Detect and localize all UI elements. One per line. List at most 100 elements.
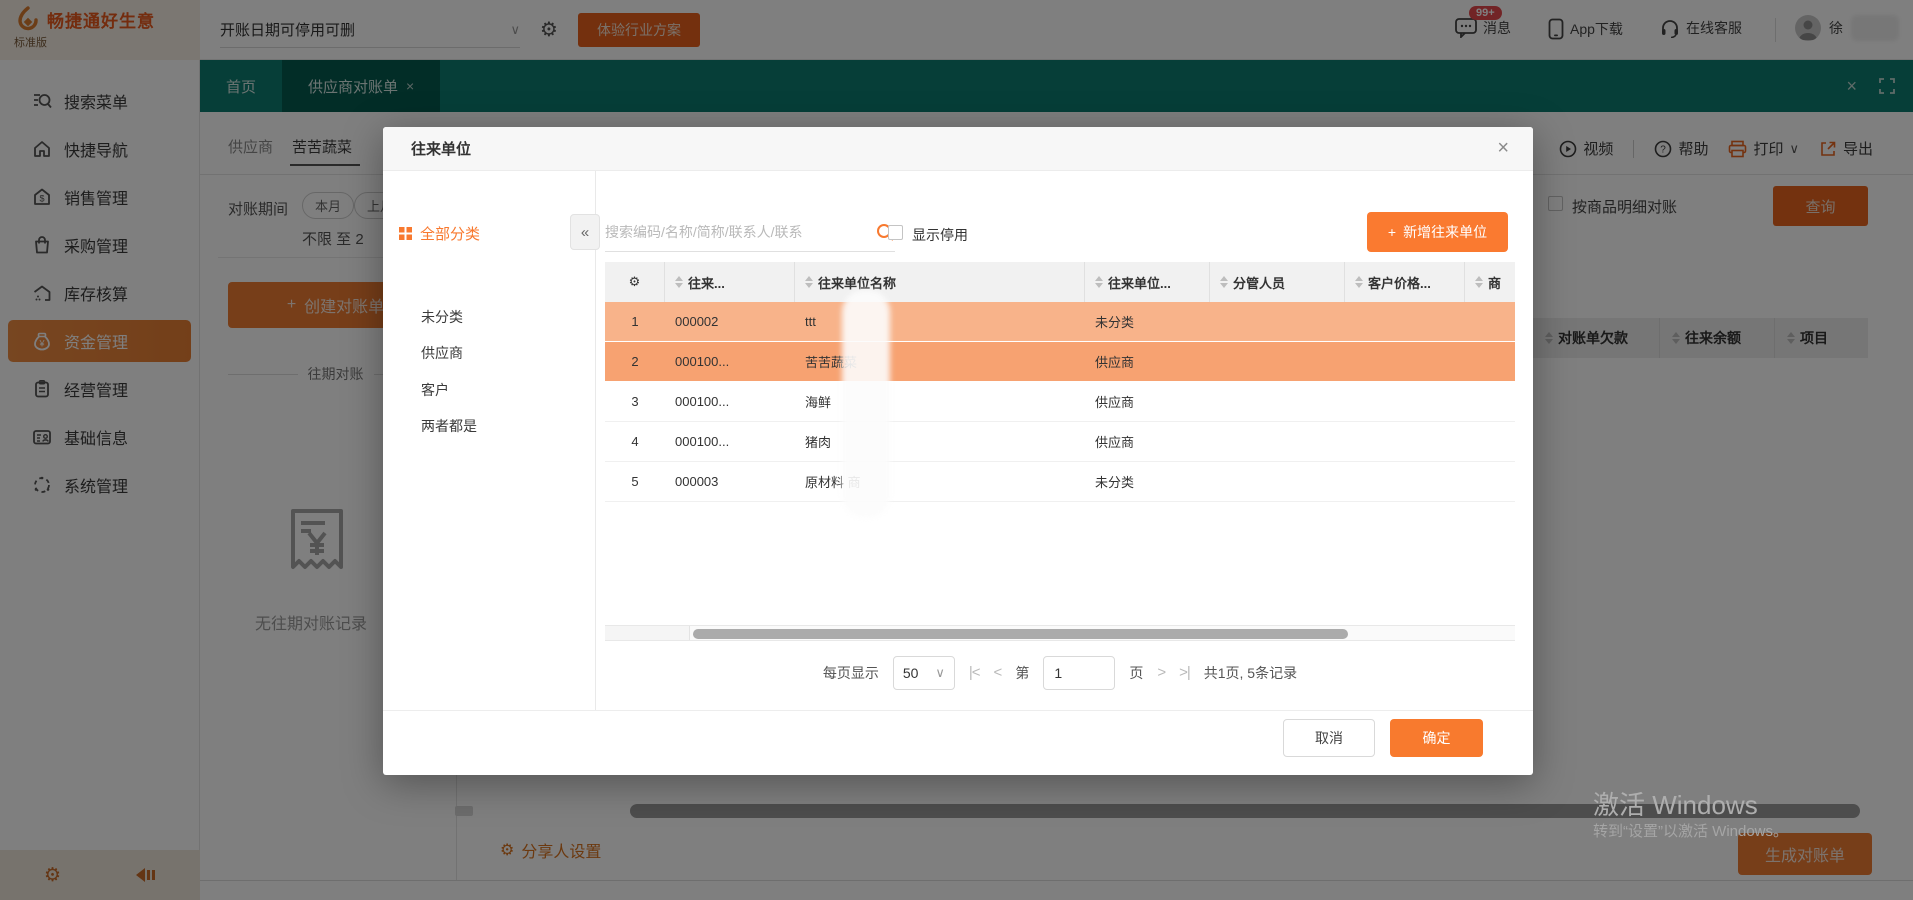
collapse-panel-button[interactable]: « — [570, 214, 600, 250]
column-label: 往来单位... — [1108, 275, 1171, 291]
row-manager — [1210, 462, 1345, 501]
category-item-supplier[interactable]: 供应商 — [421, 343, 463, 363]
table-row[interactable]: 4 000100... 猪肉 供应商 — [605, 422, 1515, 462]
windows-watermark-line2: 转到“设置”以激活 Windows。 — [1593, 823, 1789, 840]
cancel-button[interactable]: 取消 — [1283, 719, 1375, 757]
add-partner-label: 新增往来单位 — [1403, 224, 1488, 240]
windows-watermark-line1: 激活 Windows — [1593, 790, 1758, 820]
category-all[interactable]: 全部分类 — [399, 223, 480, 244]
row-goods — [1465, 422, 1515, 461]
dialog-footer: 取消 确定 — [383, 710, 1533, 775]
row-code: 000100... — [675, 434, 730, 449]
column-label: 往来单位名称 — [818, 275, 897, 291]
category-item-customer[interactable]: 客户 — [421, 380, 449, 400]
column-manager[interactable]: 分管人员 — [1210, 262, 1345, 302]
dialog-titlebar: 往来单位 × — [383, 127, 1533, 171]
show-disabled-checkbox[interactable] — [888, 225, 903, 240]
table-row[interactable]: 1 000002 ttt 未分类 — [605, 302, 1515, 342]
column-code[interactable]: 往来... — [665, 262, 795, 302]
table-row[interactable]: 5 000003 原材料 商 未分类 — [605, 462, 1515, 502]
row-goods — [1465, 462, 1515, 501]
row-category: 未分类 — [1095, 475, 1135, 490]
first-page-icon[interactable]: |< — [969, 664, 981, 681]
category-all-label: 全部分类 — [420, 226, 481, 243]
row-category: 供应商 — [1095, 435, 1135, 450]
partner-search-input[interactable] — [605, 223, 875, 240]
sort-icon — [1475, 276, 1483, 288]
column-category[interactable]: 往来单位... — [1085, 262, 1210, 302]
page-suffix: 页 — [1129, 664, 1144, 681]
row-index: 3 — [631, 394, 639, 409]
app-window: 畅捷通好生意 标准版 开账日期可停用可删 ∨ ⚙ 体验行业方案 99+ 消息 A… — [0, 0, 1913, 900]
row-index: 1 — [631, 314, 639, 329]
row-name: 苦苦蔬菜 — [805, 355, 858, 370]
page-prefix: 第 — [1015, 664, 1030, 681]
partner-table-header: ⚙ 往来... 往来单位名称 往来单位... 分管人员 客户价格... 商 — [605, 262, 1515, 302]
category-item-both[interactable]: 两者都是 — [421, 416, 477, 436]
column-label: 往来... — [688, 275, 725, 291]
row-price-level — [1345, 302, 1465, 341]
dialog-title: 往来单位 — [411, 141, 472, 158]
per-page-label: 每页显示 — [822, 664, 879, 681]
confirm-button[interactable]: 确定 — [1390, 719, 1483, 757]
column-label: 分管人员 — [1233, 275, 1286, 291]
row-price-level — [1345, 342, 1465, 381]
column-settings-gear-icon[interactable]: ⚙ — [605, 262, 665, 302]
row-goods — [1465, 302, 1515, 341]
row-name: 猪肉 — [805, 435, 832, 450]
sort-icon — [675, 276, 683, 288]
row-name: 海鲜 — [805, 395, 832, 410]
row-index: 5 — [631, 474, 639, 489]
row-name: 原材料 商 — [805, 475, 861, 490]
table-hscrollbar — [605, 625, 1515, 641]
row-manager — [1210, 342, 1345, 381]
per-page-select[interactable]: 50 ∨ — [892, 655, 955, 690]
column-name[interactable]: 往来单位名称 — [795, 262, 1085, 302]
column-goods[interactable]: 商 — [1465, 262, 1515, 302]
row-category: 未分类 — [1095, 315, 1135, 330]
plus-icon: + — [1387, 224, 1397, 240]
row-goods — [1465, 342, 1515, 381]
prev-page-icon[interactable]: < — [994, 664, 1003, 681]
row-price-level — [1345, 462, 1465, 501]
row-manager — [1210, 382, 1345, 421]
name-privacy-blur — [842, 290, 890, 518]
next-page-icon[interactable]: > — [1157, 664, 1166, 681]
column-label: 客户价格... — [1368, 275, 1431, 291]
partner-search — [605, 212, 895, 252]
dialog-close-icon[interactable]: × — [1497, 137, 1509, 160]
partner-select-dialog: 往来单位 × 全部分类 未分类 供应商 客户 两者都是 « 显示停 — [383, 127, 1533, 775]
pagination-summary: 共1页, 5条记录 — [1203, 664, 1298, 681]
row-index: 2 — [631, 354, 639, 369]
column-price-level[interactable]: 客户价格... — [1345, 262, 1465, 302]
page-number-input[interactable] — [1043, 655, 1116, 690]
chevron-down-icon: ∨ — [935, 664, 945, 680]
row-price-level — [1345, 382, 1465, 421]
row-manager — [1210, 302, 1345, 341]
sort-icon — [805, 276, 813, 288]
row-category: 供应商 — [1095, 395, 1135, 410]
sort-icon — [1355, 276, 1363, 288]
row-goods — [1465, 382, 1515, 421]
row-manager — [1210, 422, 1345, 461]
column-label: 商 — [1488, 275, 1502, 291]
hscrollbar-fixed-cell — [605, 626, 690, 640]
row-price-level — [1345, 422, 1465, 461]
category-panel: 全部分类 未分类 供应商 客户 两者都是 — [383, 171, 595, 710]
row-code: 000100... — [675, 354, 730, 369]
row-category: 供应商 — [1095, 355, 1135, 370]
table-row[interactable]: 2 000100... 苦苦蔬菜 供应商 — [605, 342, 1515, 382]
grid-icon — [399, 227, 412, 240]
row-name: ttt — [805, 314, 816, 329]
row-index: 4 — [631, 434, 639, 449]
row-code: 000003 — [675, 474, 719, 489]
add-partner-button[interactable]: + 新增往来单位 — [1367, 212, 1508, 252]
last-page-icon[interactable]: >| — [1179, 664, 1191, 681]
row-code: 000002 — [675, 314, 719, 329]
category-item-unclassified[interactable]: 未分类 — [421, 307, 463, 327]
panel-divider — [595, 171, 596, 710]
row-code: 000100... — [675, 394, 730, 409]
per-page-value: 50 — [902, 664, 919, 681]
hscrollbar-thumb[interactable] — [693, 629, 1348, 639]
table-row[interactable]: 3 000100... 海鲜 供应商 — [605, 382, 1515, 422]
